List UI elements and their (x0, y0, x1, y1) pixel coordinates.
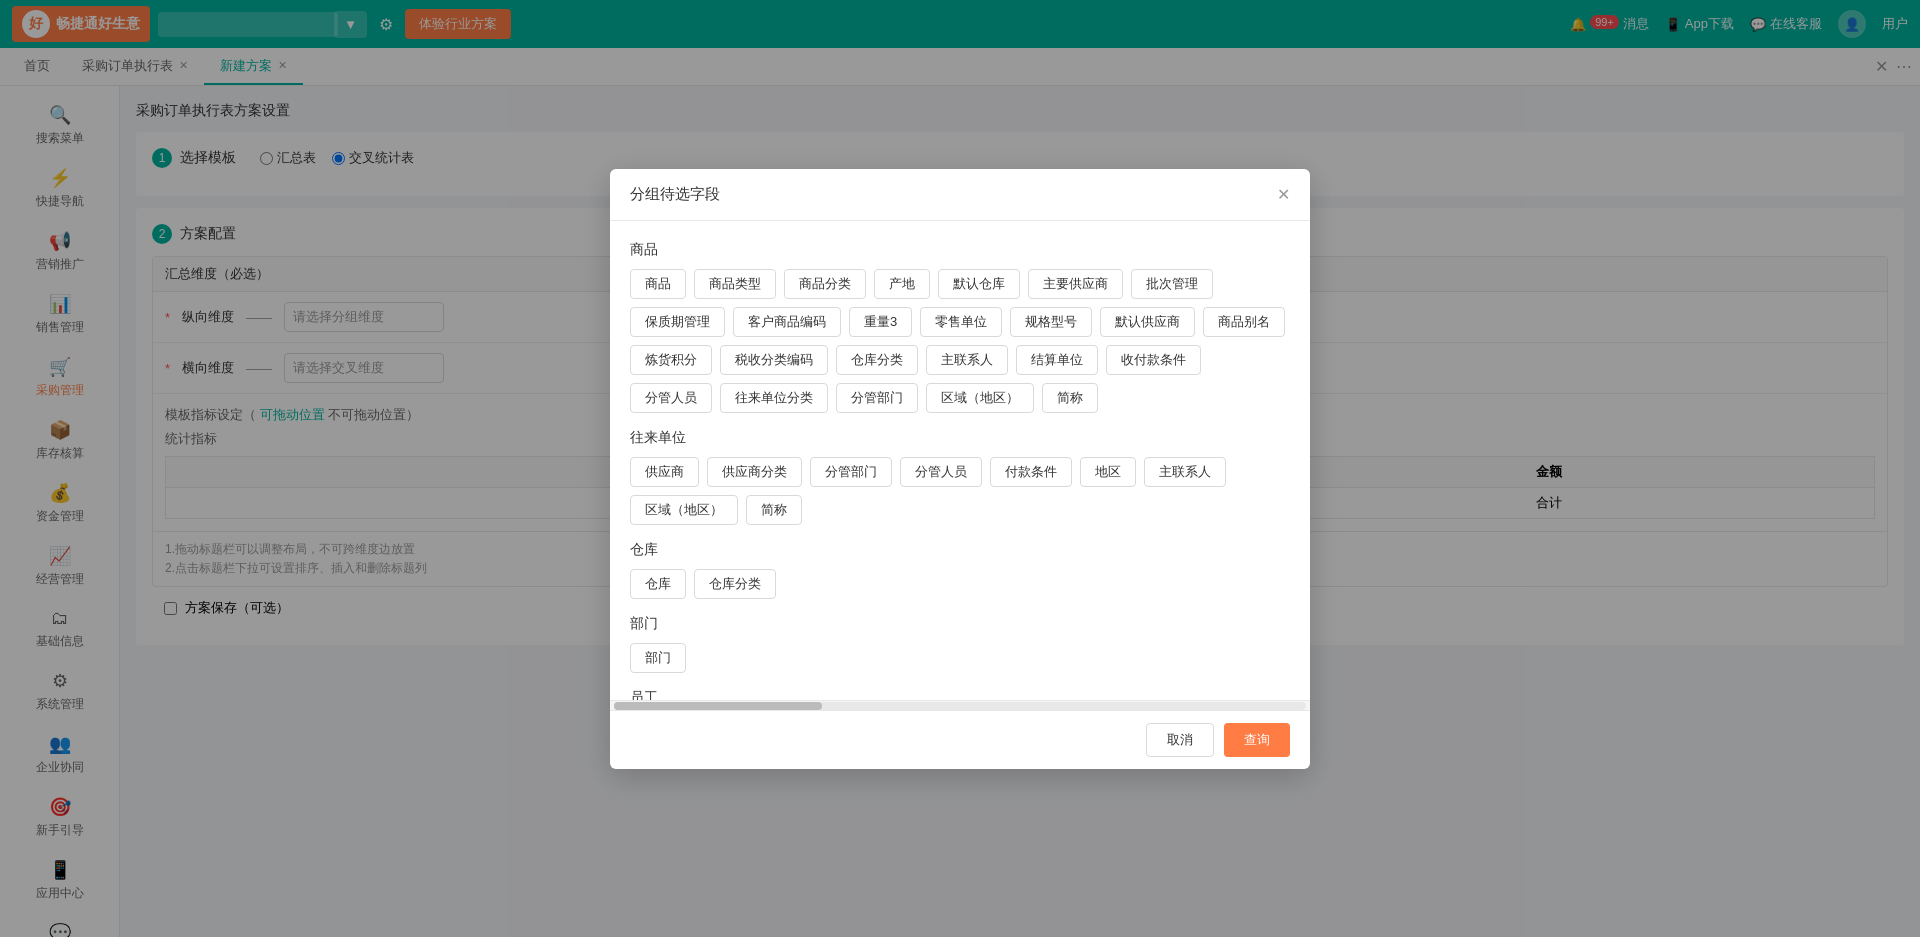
section-title-product: 商品 (630, 241, 1290, 259)
chip-product-15[interactable]: 税收分类编码 (720, 345, 828, 375)
chip-product-19[interactable]: 收付款条件 (1106, 345, 1201, 375)
chip-partner-6[interactable]: 主联系人 (1144, 457, 1226, 487)
chip-partner-0[interactable]: 供应商 (630, 457, 699, 487)
chip-product-18[interactable]: 结算单位 (1016, 345, 1098, 375)
chip-product-0[interactable]: 商品 (630, 269, 686, 299)
chip-partner-8[interactable]: 简称 (746, 495, 802, 525)
chip-product-3[interactable]: 产地 (874, 269, 930, 299)
chip-product-17[interactable]: 主联系人 (926, 345, 1008, 375)
chip-product-21[interactable]: 往来单位分类 (720, 383, 828, 413)
chip-product-23[interactable]: 区域（地区） (926, 383, 1034, 413)
chip-warehouse-0[interactable]: 仓库 (630, 569, 686, 599)
section-title-employee: 员工 (630, 689, 1290, 700)
chip-product-14[interactable]: 炼货积分 (630, 345, 712, 375)
chip-partner-1[interactable]: 供应商分类 (707, 457, 802, 487)
chip-product-7[interactable]: 保质期管理 (630, 307, 725, 337)
chip-product-5[interactable]: 主要供应商 (1028, 269, 1123, 299)
modal-footer: 取消 查询 (610, 710, 1310, 769)
modal-header: 分组待选字段 ✕ (610, 169, 1310, 221)
modal-close-btn[interactable]: ✕ (1277, 185, 1290, 204)
dept-chips: 部门 (630, 643, 1290, 673)
chip-partner-3[interactable]: 分管人员 (900, 457, 982, 487)
chip-product-16[interactable]: 仓库分类 (836, 345, 918, 375)
modal-hscrollbar[interactable] (610, 700, 1310, 710)
hscroll-thumb (614, 702, 822, 710)
chip-product-22[interactable]: 分管部门 (836, 383, 918, 413)
warehouse-chips: 仓库 仓库分类 (630, 569, 1290, 599)
chip-product-10[interactable]: 零售单位 (920, 307, 1002, 337)
chip-partner-5[interactable]: 地区 (1080, 457, 1136, 487)
chip-dept-0[interactable]: 部门 (630, 643, 686, 673)
chip-partner-7[interactable]: 区域（地区） (630, 495, 738, 525)
product-chips: 商品 商品类型 商品分类 产地 默认仓库 主要供应商 批次管理 保质期管理 客户… (630, 269, 1290, 413)
modal-body: 商品 商品 商品类型 商品分类 产地 默认仓库 主要供应商 批次管理 保质期管理… (610, 221, 1310, 700)
section-title-warehouse: 仓库 (630, 541, 1290, 559)
hscroll-track (614, 702, 1306, 710)
modal-title: 分组待选字段 (630, 185, 720, 204)
chip-product-13[interactable]: 商品别名 (1203, 307, 1285, 337)
section-title-partner: 往来单位 (630, 429, 1290, 447)
chip-product-24[interactable]: 简称 (1042, 383, 1098, 413)
chip-product-1[interactable]: 商品类型 (694, 269, 776, 299)
chip-product-4[interactable]: 默认仓库 (938, 269, 1020, 299)
chip-partner-4[interactable]: 付款条件 (990, 457, 1072, 487)
chip-product-20[interactable]: 分管人员 (630, 383, 712, 413)
chip-product-6[interactable]: 批次管理 (1131, 269, 1213, 299)
chip-partner-2[interactable]: 分管部门 (810, 457, 892, 487)
chip-product-11[interactable]: 规格型号 (1010, 307, 1092, 337)
chip-product-8[interactable]: 客户商品编码 (733, 307, 841, 337)
cancel-button[interactable]: 取消 (1146, 723, 1214, 757)
chip-product-2[interactable]: 商品分类 (784, 269, 866, 299)
confirm-button[interactable]: 查询 (1224, 723, 1290, 757)
modal: 分组待选字段 ✕ 商品 商品 商品类型 商品分类 产地 默认仓库 主要供应商 批… (610, 169, 1310, 769)
section-title-dept: 部门 (630, 615, 1290, 633)
chip-product-9[interactable]: 重量3 (849, 307, 912, 337)
partner-chips: 供应商 供应商分类 分管部门 分管人员 付款条件 地区 主联系人 区域（地区） … (630, 457, 1290, 525)
chip-product-12[interactable]: 默认供应商 (1100, 307, 1195, 337)
modal-overlay: 分组待选字段 ✕ 商品 商品 商品类型 商品分类 产地 默认仓库 主要供应商 批… (0, 0, 1920, 937)
chip-warehouse-1[interactable]: 仓库分类 (694, 569, 776, 599)
